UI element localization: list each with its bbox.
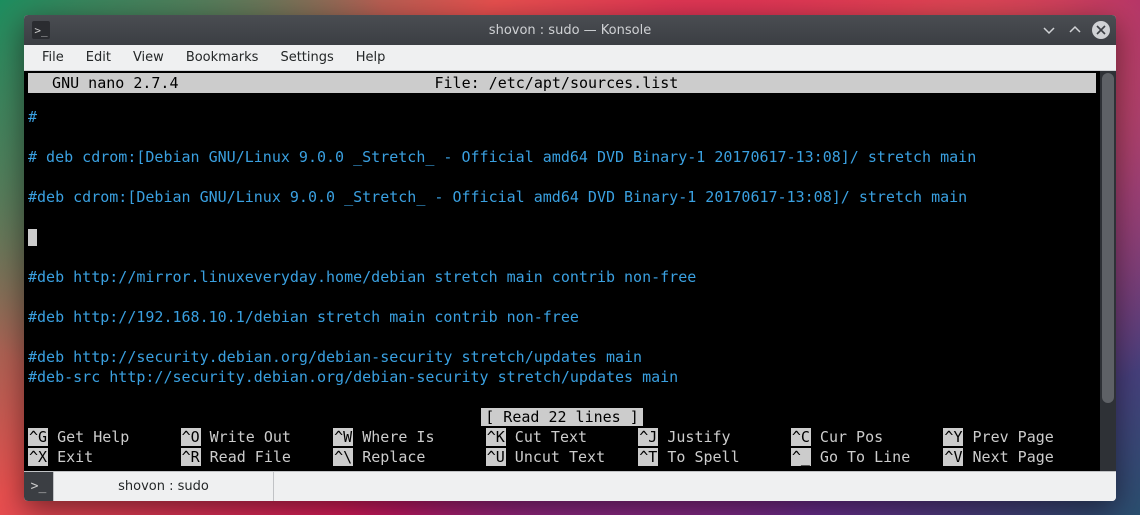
nano-shortcut: ^K Cut Text <box>486 427 639 447</box>
nano-shortcut: ^\ Replace <box>333 447 486 467</box>
close-button[interactable] <box>1092 21 1110 39</box>
scrollbar[interactable] <box>1100 71 1116 471</box>
file-line: # deb cdrom:[Debian GNU/Linux 9.0.0 _Str… <box>28 147 1096 167</box>
nano-shortcut: ^Y Prev Page <box>943 427 1096 447</box>
nano-file-label: File: /etc/apt/sources.list <box>435 73 679 93</box>
terminal-area[interactable]: GNU nano 2.7.4 File: /etc/apt/sources.lis… <box>24 71 1100 471</box>
menu-settings[interactable]: Settings <box>270 47 343 68</box>
nano-shortcut: ^X Exit <box>28 447 181 467</box>
menubar: File Edit View Bookmarks Settings Help <box>24 45 1116 71</box>
nano-status: [ Read 22 lines ] <box>481 408 643 426</box>
konsole-window: >_ shovon : sudo — Konsole File Edit Vie… <box>24 15 1116 501</box>
nano-shortcut: ^W Where Is <box>333 427 486 447</box>
file-line: #deb-src http://security.debian.org/debi… <box>28 367 1096 387</box>
nano-app-label: GNU nano 2.7.4 <box>28 73 185 93</box>
menu-view[interactable]: View <box>123 47 174 68</box>
file-line: #deb http://192.168.10.1/debian stretch … <box>28 307 1096 327</box>
nano-shortcut: ^T To Spell <box>638 447 791 467</box>
window-titlebar[interactable]: >_ shovon : sudo — Konsole <box>24 15 1116 45</box>
nano-shortcut: ^C Cur Pos <box>791 427 944 447</box>
scrollbar-thumb[interactable] <box>1102 73 1114 403</box>
window-title: shovon : sudo — Konsole <box>489 23 651 38</box>
app-icon: >_ <box>32 21 50 39</box>
file-line: #deb http://mirror.linuxeveryday.home/de… <box>28 267 1096 287</box>
minimize-button[interactable] <box>1040 21 1058 39</box>
nano-shortcut: ^R Read File <box>181 447 334 467</box>
nano-shortcut: ^_ Go To Line <box>791 447 944 467</box>
file-line: #deb cdrom:[Debian GNU/Linux 9.0.0 _Stre… <box>28 187 1096 207</box>
nano-shortcut: ^O Write Out <box>181 427 334 447</box>
tab-active[interactable]: shovon : sudo <box>54 472 274 501</box>
menu-edit[interactable]: Edit <box>76 47 121 68</box>
menu-file[interactable]: File <box>32 47 74 68</box>
file-line: # <box>28 107 1096 127</box>
tabbar: >_ shovon : sudo <box>24 471 1116 501</box>
nano-shortcut: ^V Next Page <box>943 447 1096 467</box>
new-tab-button[interactable]: >_ <box>24 472 54 501</box>
file-line: #deb http://security.debian.org/debian-s… <box>28 347 1096 367</box>
menu-help[interactable]: Help <box>346 47 396 68</box>
menu-bookmarks[interactable]: Bookmarks <box>176 47 269 68</box>
nano-shortcut: ^G Get Help <box>28 427 181 447</box>
nano-shortcut: ^J Justify <box>638 427 791 447</box>
text-cursor <box>28 229 37 246</box>
nano-shortcut: ^U Uncut Text <box>486 447 639 467</box>
maximize-button[interactable] <box>1066 21 1084 39</box>
